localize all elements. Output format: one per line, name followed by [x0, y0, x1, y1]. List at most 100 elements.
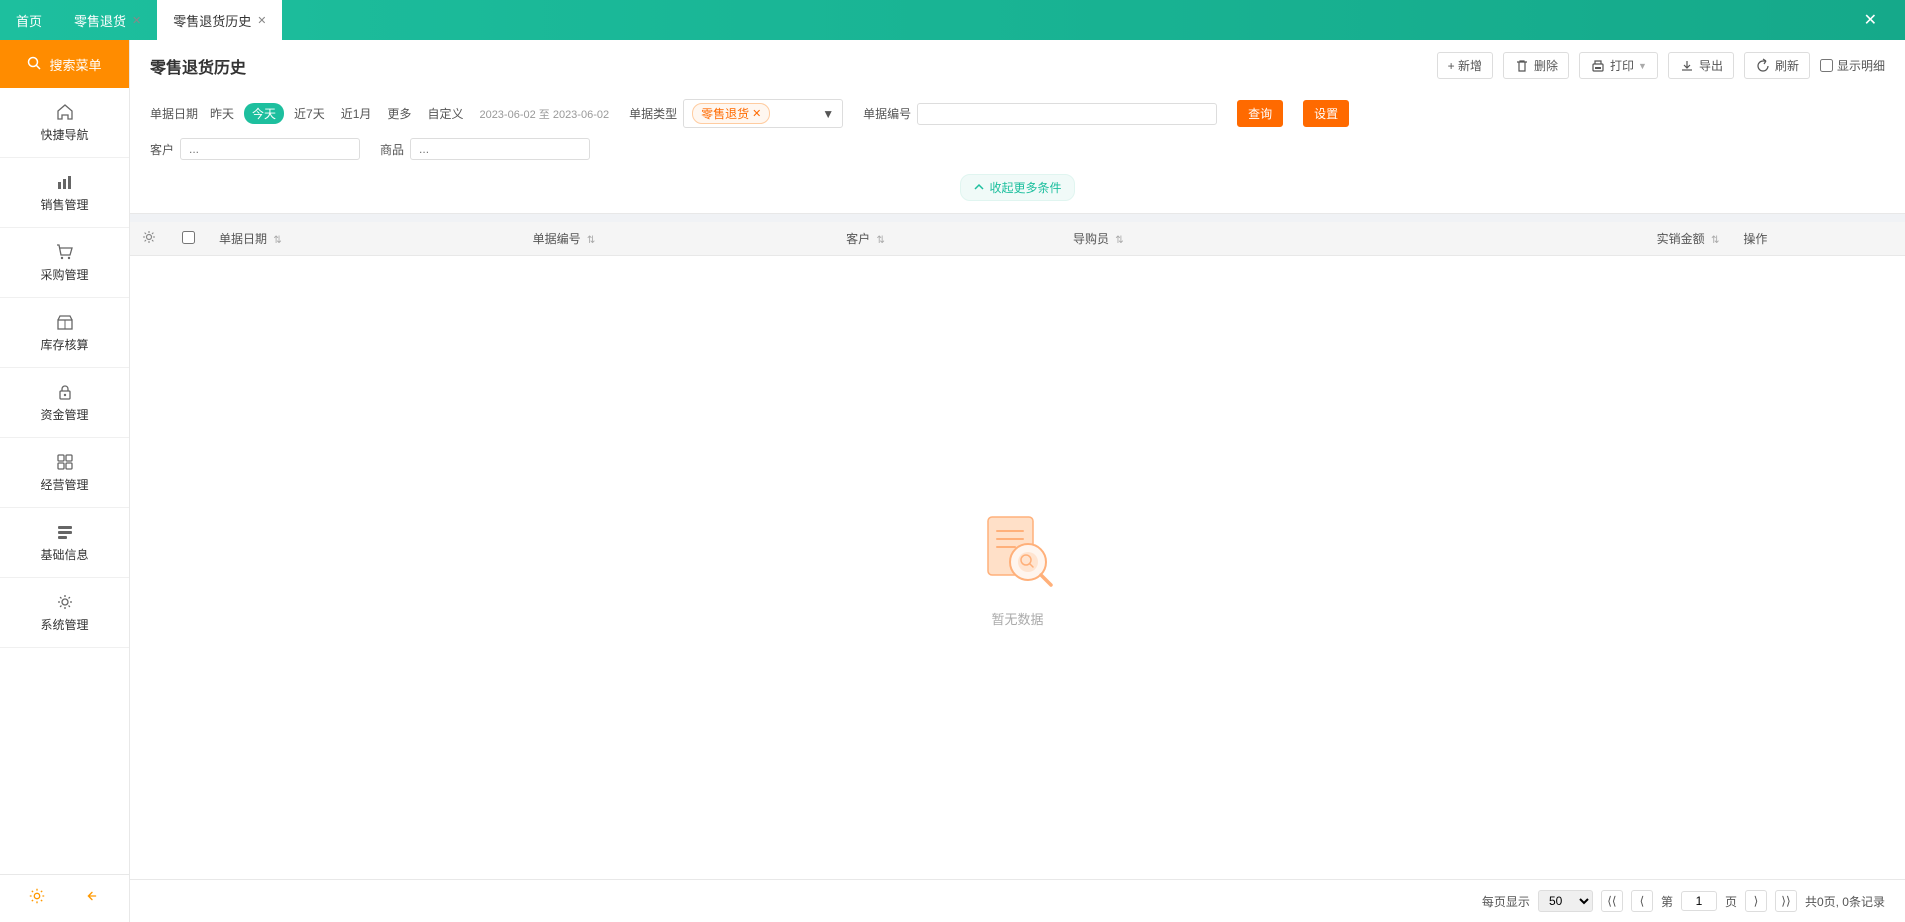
tab-home-label: 首页 — [16, 11, 42, 30]
delete-icon — [1514, 58, 1530, 74]
table-header-row: 单据日期 ⇅ 单据编号 ⇅ 客户 ⇅ 导购员 ⇅ — [130, 222, 1905, 256]
collapse-filter-button[interactable]: 收起更多条件 — [960, 174, 1074, 201]
sidebar-item-operations-label: 经营管理 — [40, 476, 88, 493]
type-filter-select[interactable]: 零售退货 ✕ ▼ — [683, 99, 843, 128]
sidebar-item-basic-info[interactable]: 基础信息 — [0, 508, 129, 578]
first-page-button[interactable]: ⟨⟨ — [1601, 890, 1623, 912]
voucher-no-label: 单据编号 — [863, 105, 911, 122]
sidebar-item-system-label: 系统管理 — [40, 616, 88, 633]
tab-bar: 首页 零售退货 ✕ 零售退货历史 ✕ — [0, 0, 1852, 40]
tab-retail-return[interactable]: 零售退货 ✕ — [58, 0, 157, 40]
date-btn-yesterday[interactable]: 昨天 — [204, 103, 240, 124]
date-filter-buttons: 昨天 今天 近7天 近1月 更多 自定义 — [204, 103, 469, 124]
refresh-icon — [1755, 58, 1771, 74]
sidebar-collapse-button[interactable] — [83, 887, 101, 910]
print-button[interactable]: 打印 ▼ — [1579, 52, 1658, 79]
show-detail-label: 显示明细 — [1837, 57, 1885, 74]
settings-filter-label: 设置 — [1314, 105, 1338, 122]
print-dropdown-icon: ▼ — [1638, 61, 1647, 71]
next-page-button[interactable]: ⟩ — [1745, 890, 1767, 912]
sidebar-search-button[interactable]: 搜索菜单 — [0, 40, 129, 88]
select-all-checkbox[interactable] — [182, 231, 195, 244]
tab-retail-return-history[interactable]: 零售退货历史 ✕ — [157, 0, 282, 40]
voucher-no-filter: 单据编号 — [863, 103, 1217, 125]
settings-filter-button[interactable]: 设置 — [1303, 100, 1349, 127]
system-icon — [55, 592, 75, 612]
new-button[interactable]: + 新增 — [1437, 52, 1493, 79]
col-amount-label: 实销金额 — [1657, 232, 1705, 246]
top-bar: 首页 零售退货 ✕ 零售退货历史 ✕ ✕ — [0, 0, 1905, 40]
col-settings[interactable] — [130, 222, 170, 256]
date-btn-today[interactable]: 今天 — [244, 103, 284, 124]
sidebar-item-quick-nav[interactable]: 快捷导航 — [0, 88, 129, 158]
type-filter: 单据类型 零售退货 ✕ ▼ — [629, 99, 843, 128]
sidebar-item-operations[interactable]: 经营管理 — [0, 438, 129, 508]
toolbar: + 新增 删除 打印 — [1437, 52, 1885, 79]
date-btn-custom[interactable]: 自定义 — [421, 103, 469, 124]
sidebar-item-basic-info-label: 基础信息 — [40, 546, 88, 563]
goods-input[interactable] — [410, 138, 590, 160]
prev-page-button[interactable]: ⟨ — [1631, 890, 1653, 912]
window-close-button[interactable]: ✕ — [1852, 10, 1889, 30]
col-actions: 操作 — [1731, 222, 1905, 256]
home-icon — [55, 102, 75, 122]
last-page-button[interactable]: ⟩⟩ — [1775, 890, 1797, 912]
refresh-button[interactable]: 刷新 — [1744, 52, 1810, 79]
delete-button[interactable]: 删除 — [1503, 52, 1569, 79]
ops-icon — [55, 452, 75, 472]
sidebar-item-finance-label: 资金管理 — [40, 406, 88, 423]
col-spacer — [1331, 222, 1418, 256]
page-size-select[interactable]: 20 50 100 — [1538, 890, 1593, 912]
sidebar: 搜索菜单 快捷导航 销售管理 — [0, 40, 130, 922]
col-voucher-no[interactable]: 单据编号 ⇅ — [521, 222, 835, 256]
sidebar-item-system[interactable]: 系统管理 — [0, 578, 129, 648]
date-filter-label: 单据日期 — [150, 105, 198, 122]
show-detail-input[interactable] — [1820, 59, 1833, 72]
show-detail-checkbox[interactable]: 显示明细 — [1820, 57, 1885, 74]
main-layout: 搜索菜单 快捷导航 销售管理 — [0, 40, 1905, 922]
sidebar-item-inventory-label: 库存核算 — [40, 336, 88, 353]
box-icon — [55, 312, 75, 332]
query-button-label: 查询 — [1248, 105, 1272, 122]
col-salesperson[interactable]: 导购员 ⇅ — [1061, 222, 1331, 256]
new-button-label: + 新增 — [1448, 57, 1482, 74]
total-info: 共0页, 0条记录 — [1805, 893, 1885, 910]
type-filter-tag-close[interactable]: ✕ — [752, 107, 761, 120]
voucher-no-input[interactable] — [917, 103, 1217, 125]
tab-retail-return-history-close[interactable]: ✕ — [257, 14, 266, 27]
delete-button-label: 删除 — [1534, 57, 1558, 74]
col-amount-sort-icon: ⇅ — [1711, 235, 1719, 246]
table-container: 单据日期 ⇅ 单据编号 ⇅ 客户 ⇅ 导购员 ⇅ — [130, 222, 1905, 879]
sidebar-item-sales[interactable]: 销售管理 — [0, 158, 129, 228]
date-btn-1month[interactable]: 近1月 — [335, 103, 378, 124]
filter-area: 单据日期 昨天 今天 近7天 近1月 更多 自定义 2023-06-02 至 2… — [150, 89, 1885, 205]
type-filter-label: 单据类型 — [629, 105, 677, 122]
empty-icon — [973, 507, 1063, 597]
col-voucher-no-label: 单据编号 — [533, 232, 581, 246]
export-button[interactable]: 导出 — [1668, 52, 1734, 79]
type-filter-tag: 零售退货 ✕ — [692, 103, 770, 124]
date-btn-more[interactable]: 更多 — [381, 103, 417, 124]
table-settings-icon[interactable] — [142, 230, 156, 244]
collapse-icon — [973, 182, 985, 194]
customer-label: 客户 — [150, 141, 174, 158]
sidebar-item-purchase[interactable]: 采购管理 — [0, 228, 129, 298]
tab-retail-return-close[interactable]: ✕ — [132, 14, 141, 27]
sidebar-item-inventory[interactable]: 库存核算 — [0, 298, 129, 368]
col-amount[interactable]: 实销金额 ⇅ — [1418, 222, 1732, 256]
page-title: 零售退货历史 — [150, 54, 246, 78]
tab-home[interactable]: 首页 — [0, 0, 58, 40]
query-button[interactable]: 查询 — [1237, 100, 1283, 127]
date-range-display: 2023-06-02 至 2023-06-02 — [479, 106, 609, 122]
sidebar-item-finance[interactable]: 资金管理 — [0, 368, 129, 438]
lock-icon — [55, 382, 75, 402]
col-customer[interactable]: 客户 ⇅ — [834, 222, 1061, 256]
col-date[interactable]: 单据日期 ⇅ — [207, 222, 521, 256]
customer-input[interactable] — [180, 138, 360, 160]
date-btn-7days[interactable]: 近7天 — [288, 103, 331, 124]
sidebar-settings-button[interactable] — [28, 887, 46, 910]
page-number-input[interactable] — [1681, 891, 1717, 911]
info-icon — [55, 522, 75, 542]
customer-filter: 客户 — [150, 138, 360, 160]
col-checkbox[interactable] — [170, 222, 207, 256]
